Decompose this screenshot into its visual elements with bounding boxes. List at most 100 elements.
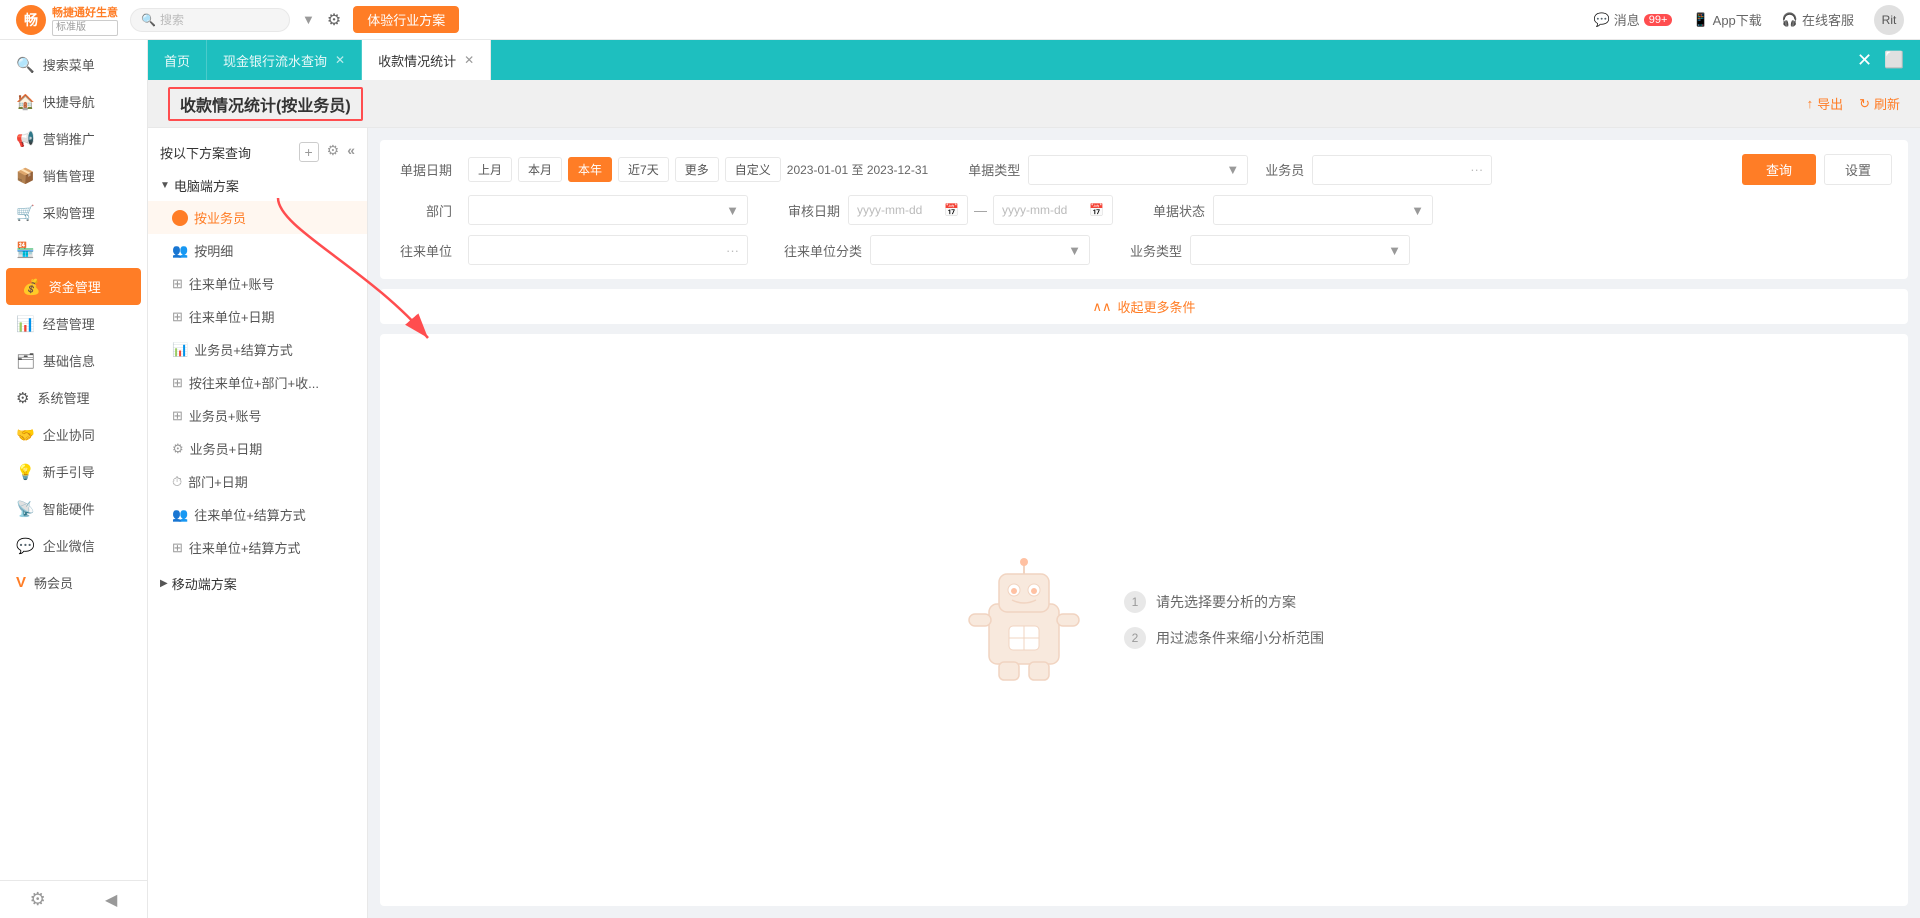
page-title: 收款情况统计(按业务员) <box>168 87 363 121</box>
window-maximize-icon[interactable]: ⬜ <box>1884 50 1904 70</box>
tab-bank[interactable]: 现金银行流水查询 ✕ <box>207 40 362 80</box>
filter-area: 单据日期 上月 本月 本年 近7天 更多 自定义 2023-01-01 至 20… <box>380 140 1908 279</box>
notification-btn[interactable]: 💬 消息 99+ <box>1594 10 1673 29</box>
warehouse-icon: 🏪 <box>16 241 35 259</box>
chart-icon: 📊 <box>16 315 35 333</box>
biz-type-select[interactable]: ▼ <box>1190 235 1410 265</box>
date-btn-more[interactable]: 更多 <box>675 157 719 182</box>
tree-item-dept-date[interactable]: ⏱ 部门+日期 <box>148 465 367 498</box>
main-area: 首页 现金银行流水查询 ✕ 收款情况统计 ✕ ✕ ⬜ 收款情况统计(按业务员) … <box>148 40 1920 918</box>
export-icon: ↑ <box>1807 96 1814 111</box>
salesperson-input[interactable]: ··· <box>1312 155 1492 185</box>
panel-collapse-icon[interactable]: « <box>347 142 355 162</box>
partner-dots-icon: ··· <box>726 243 739 258</box>
collapse-arrow-icon: ∧∧ <box>1092 299 1111 315</box>
sidebar-item-hardware[interactable]: 📡 智能硬件 <box>0 490 147 527</box>
tree-item-partner-date[interactable]: ⊞ 往来单位+日期 <box>148 300 367 333</box>
sidebar-item-system[interactable]: ⚙ 系统管理 <box>0 379 147 416</box>
chat-icon: 💬 <box>16 537 35 555</box>
tree-item-salesperson-account[interactable]: ⊞ 业务员+账号 <box>148 399 367 432</box>
date-btn-custom[interactable]: 自定义 <box>725 157 781 182</box>
tree-item-salesperson[interactable]: 按业务员 <box>148 201 367 234</box>
sidebar-item-purchase[interactable]: 🛒 采购管理 <box>0 194 147 231</box>
settings-icon[interactable]: ⚙ <box>30 889 46 910</box>
sidebar-item-sales[interactable]: 📦 销售管理 <box>0 157 147 194</box>
arrow-down-icon: ▼ <box>160 180 170 191</box>
gear-icon: ⚙ <box>16 389 29 407</box>
set-btn[interactable]: 设置 <box>1824 154 1892 185</box>
user-avatar[interactable]: Rit <box>1874 5 1904 35</box>
type-caret-icon: ▼ <box>1226 162 1239 177</box>
sidebar-item-wechat[interactable]: 💬 企业微信 <box>0 527 147 564</box>
review-date-from[interactable]: yyyy-mm-dd 📅 <box>848 195 968 225</box>
sidebar-item-operation[interactable]: 📊 经营管理 <box>0 305 147 342</box>
sidebar-item-marketing[interactable]: 📢 营销推广 <box>0 120 147 157</box>
sidebar-item-guide[interactable]: 💡 新手引导 <box>0 453 147 490</box>
left-panel: 按以下方案查询 + ⚙ « ▼ 电脑端方案 <box>148 128 368 918</box>
panel-gear-icon[interactable]: ⚙ <box>327 142 340 162</box>
date-btn-7days[interactable]: 近7天 <box>618 157 669 182</box>
review-label: 审核日期 <box>784 201 840 220</box>
partner-input[interactable]: ··· <box>468 235 748 265</box>
tree-group-desktop-header[interactable]: ▼ 电脑端方案 <box>148 170 367 201</box>
tab-bar: 首页 现金银行流水查询 ✕ 收款情况统计 ✕ ✕ ⬜ <box>148 40 1920 80</box>
date-btn-last-month[interactable]: 上月 <box>468 157 512 182</box>
partner-type-select[interactable]: ▼ <box>870 235 1090 265</box>
home-icon: 🏠 <box>16 93 35 111</box>
type-select[interactable]: ▼ <box>1028 155 1248 185</box>
date-btn-this-month[interactable]: 本月 <box>518 157 562 182</box>
window-close-icon[interactable]: ✕ <box>1857 50 1872 71</box>
sidebar-item-search[interactable]: 🔍 搜索菜单 <box>0 46 147 83</box>
collapse-bar[interactable]: ∧∧ 收起更多条件 <box>380 289 1908 324</box>
box-icon: 📦 <box>16 167 35 185</box>
member-icon: V <box>16 574 26 591</box>
query-btn[interactable]: 查询 <box>1742 154 1816 185</box>
app-download-btn[interactable]: 📱 App下载 <box>1692 10 1761 29</box>
top-search-placeholder: 搜索 <box>160 11 184 28</box>
date-btn-this-year[interactable]: 本年 <box>568 157 612 182</box>
trial-btn[interactable]: 体验行业方案 <box>353 6 459 33</box>
tab-receipt[interactable]: 收款情况统计 ✕ <box>362 40 491 80</box>
tree-group-mobile-header[interactable]: ▶ 移动端方案 <box>148 568 367 599</box>
panel-add-icon[interactable]: + <box>299 142 319 162</box>
sidebar-item-basic[interactable]: 🗂 基础信息 <box>0 342 147 379</box>
top-gear-icon[interactable]: ⚙ <box>327 10 341 30</box>
tree-item-salesperson-settle[interactable]: 📊 业务员+结算方式 <box>148 333 367 366</box>
tree-item-salesperson-date[interactable]: ⚙ 业务员+日期 <box>148 432 367 465</box>
grid-icon-3: ⊞ <box>172 375 183 391</box>
status-select[interactable]: ▼ <box>1213 195 1433 225</box>
refresh-btn[interactable]: ↻ 刷新 <box>1859 94 1900 113</box>
sidebar-item-finance[interactable]: 💰 资金管理 <box>6 268 141 305</box>
tree-item-partner-settle2[interactable]: ⊞ 往来单位+结算方式 <box>148 531 367 564</box>
review-date-to[interactable]: yyyy-mm-dd 📅 <box>993 195 1113 225</box>
sidebar: 🔍 搜索菜单 🏠 快捷导航 📢 营销推广 📦 销售管理 🛒 采购管理 🏪 <box>0 40 148 918</box>
top-bar: 畅 畅捷通好生意 标准版 🔍 搜索 ▼ ⚙ 体验行业方案 💬 消息 99+ 📱 … <box>0 0 1920 40</box>
tree-item-partner-settle1[interactable]: 👥 往来单位+结算方式 <box>148 498 367 531</box>
page-header: 收款情况统计(按业务员) ↑ 导出 ↻ 刷新 <box>148 80 1920 128</box>
tab-receipt-close[interactable]: ✕ <box>464 53 474 67</box>
sidebar-item-enterprise[interactable]: 🤝 企业协同 <box>0 416 147 453</box>
status-label: 单据状态 <box>1149 201 1205 220</box>
biz-type-caret-icon: ▼ <box>1388 243 1401 258</box>
online-service-btn[interactable]: 🎧 在线客服 <box>1782 10 1854 29</box>
export-btn[interactable]: ↑ 导出 <box>1807 94 1844 113</box>
dept-select[interactable]: ▼ <box>468 195 748 225</box>
grid-icon-4: ⊞ <box>172 408 183 424</box>
sidebar-item-quicknav[interactable]: 🏠 快捷导航 <box>0 83 147 120</box>
tab-bank-close[interactable]: ✕ <box>335 53 345 67</box>
download-icon: 📱 <box>1692 12 1708 28</box>
dropdown-arrow-icon[interactable]: ▼ <box>302 12 315 27</box>
tree-item-partner-dept[interactable]: ⊞ 按往来单位+部门+收... <box>148 366 367 399</box>
sidebar-item-member[interactable]: V 畅会员 <box>0 564 147 601</box>
tree-group-desktop: ▼ 电脑端方案 按业务员 👥 按明细 ⊞ 往来单位+账号 <box>148 170 367 564</box>
folder-icon: 🗂 <box>16 352 35 370</box>
tree-item-detail[interactable]: 👥 按明细 <box>148 234 367 267</box>
sidebar-item-inventory[interactable]: 🏪 库存核算 <box>0 231 147 268</box>
time-icon: ⏱ <box>172 474 182 490</box>
filter-btns: 查询 设置 <box>1742 154 1892 185</box>
people2-icon: 👥 <box>172 507 188 523</box>
collapse-sidebar-icon[interactable]: ◀ <box>105 890 117 910</box>
panel-header-title: 按以下方案查询 <box>160 143 251 162</box>
tab-home[interactable]: 首页 <box>148 40 207 80</box>
tree-item-partner-account[interactable]: ⊞ 往来单位+账号 <box>148 267 367 300</box>
